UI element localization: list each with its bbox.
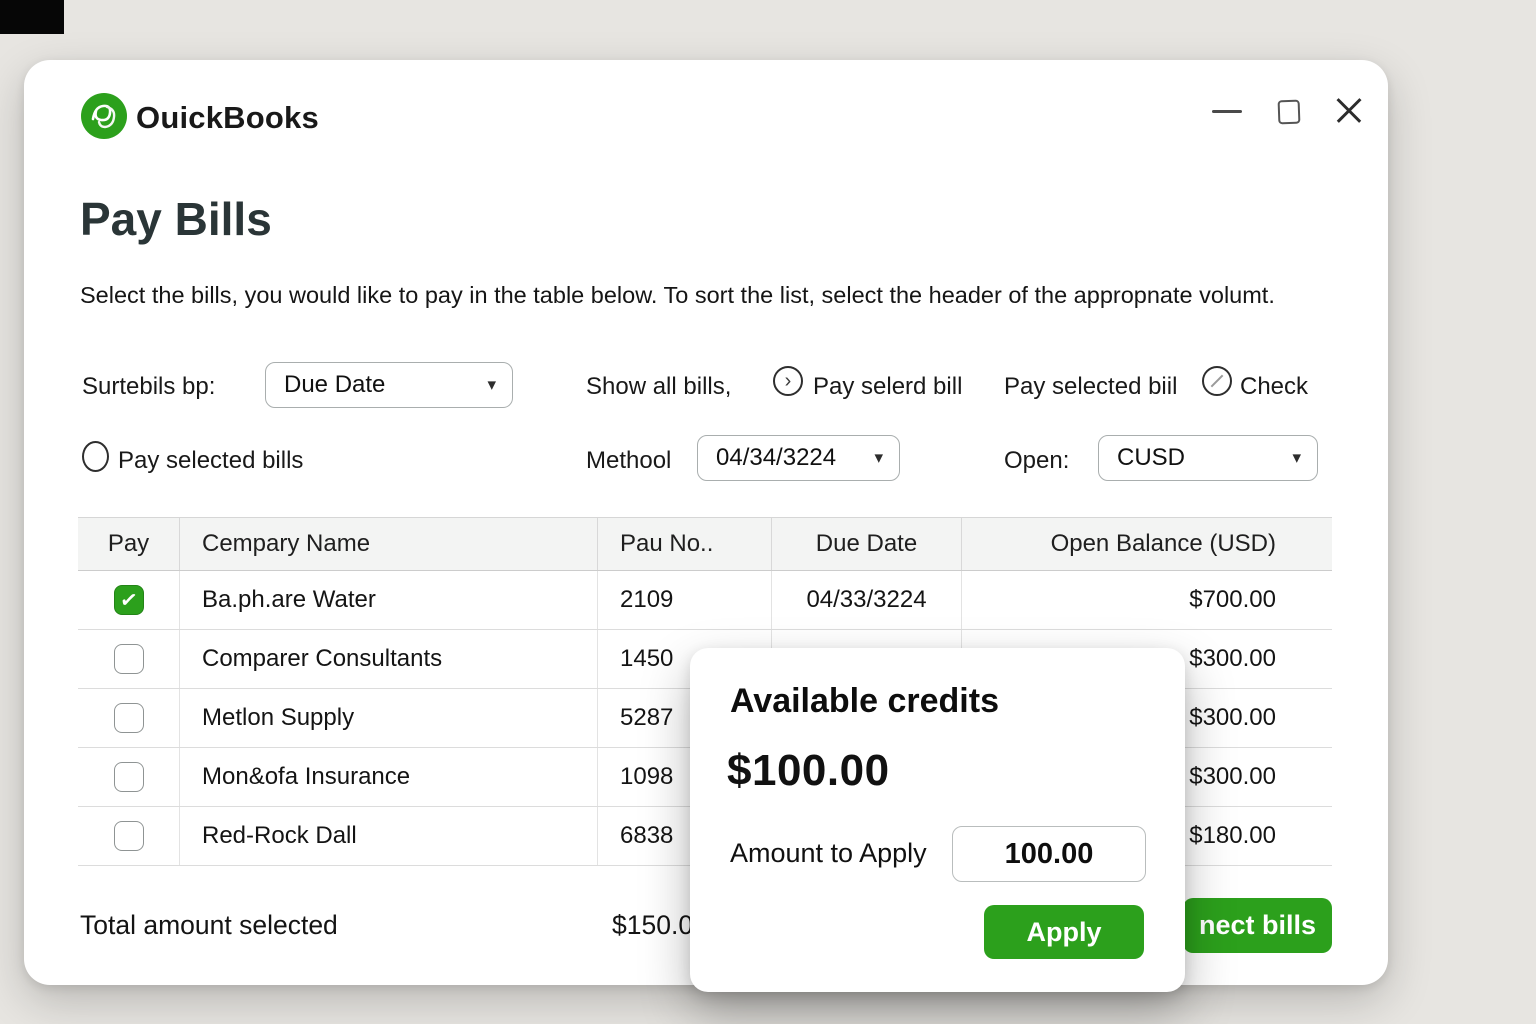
page-description: Select the bills, you would like to pay … — [80, 282, 1275, 308]
company-name-cell: Ba.ph.are Water — [180, 571, 598, 629]
table-row: ✓ Ba.ph.are Water 2109 04/33/3224 $700.0… — [78, 571, 1332, 630]
pay-select-bill-radio[interactable]: › — [773, 366, 803, 396]
row-checkbox[interactable]: ✓ — [113, 585, 144, 615]
currency-value: CUSD — [1117, 444, 1186, 471]
chevron-down-icon: ▾ — [1292, 448, 1301, 467]
chevron-down-icon: ▾ — [487, 375, 496, 394]
pay-select-bill-label: Pay selerd bill — [813, 373, 963, 400]
sort-by-value: Due Date — [284, 371, 386, 398]
chevron-down-icon: ▾ — [874, 448, 883, 467]
chevron-right-icon: › — [784, 369, 792, 392]
credits-amount: $100.00 — [727, 746, 890, 795]
app-title: OuickBooks — [136, 100, 319, 135]
check-label: Check — [1240, 373, 1309, 400]
open-label: Open: — [1004, 447, 1070, 474]
method-date-value: 04/34/3224 — [716, 444, 837, 471]
currency-dropdown[interactable]: CUSD ▾ — [1098, 435, 1318, 481]
due-date-cell: 04/33/3224 — [772, 571, 962, 629]
row-checkbox[interactable]: ✓ — [113, 703, 144, 733]
method-date-dropdown[interactable]: 04/34/3224 ▾ — [697, 435, 900, 481]
quickbooks-logo-icon — [80, 92, 128, 140]
header-company-name[interactable]: Cempary Name — [180, 518, 598, 570]
total-amount-value: $150.0 — [612, 910, 694, 940]
screen-corner-artifact — [0, 0, 64, 34]
minimize-button[interactable] — [1212, 110, 1242, 113]
table-header-row: Pay Cempary Name Pau No.. Due Date Open … — [78, 518, 1332, 571]
credits-popup-title: Available credits — [730, 682, 999, 720]
pay-selected-bills-checkbox[interactable] — [82, 441, 109, 472]
sort-bills-label: Surtebils bp: — [82, 373, 216, 400]
company-name-cell: Metlon Supply — [180, 689, 598, 747]
header-due-date[interactable]: Due Date — [772, 518, 962, 570]
balance-cell: $700.00 — [1189, 586, 1276, 613]
amount-to-apply-input[interactable] — [952, 826, 1146, 882]
maximize-button[interactable] — [1277, 99, 1301, 125]
pay-bills-action-button[interactable]: nect bills — [1183, 898, 1332, 953]
sort-by-dropdown[interactable]: Due Date ▾ — [265, 362, 513, 408]
pay-selected-biil-label: Pay selected biil — [1004, 373, 1178, 400]
slash-icon — [1210, 374, 1224, 388]
company-name-cell: Mon&ofa Insurance — [180, 748, 598, 806]
header-open-balance[interactable]: Open Balance (USD) — [962, 518, 1332, 570]
company-name-cell: Comparer Consultants — [180, 630, 598, 688]
row-checkbox[interactable]: ✓ — [113, 762, 144, 792]
show-all-bills-label: Show all bills, — [586, 373, 732, 400]
total-amount-label: Total amount selected — [80, 910, 338, 940]
available-credits-popup: Available credits $100.00 Amount to Appl… — [690, 648, 1185, 992]
page-title: Pay Bills — [80, 193, 272, 245]
company-name-cell: Red-Rock Dall — [180, 807, 598, 865]
header-bill-no[interactable]: Pau No.. — [598, 518, 772, 570]
check-icon: ✓ — [118, 587, 139, 613]
row-checkbox[interactable]: ✓ — [113, 821, 144, 851]
amount-to-apply-label: Amount to Apply — [730, 838, 927, 868]
close-button[interactable] — [1334, 96, 1364, 126]
row-checkbox[interactable]: ✓ — [113, 644, 144, 674]
check-radio[interactable] — [1202, 366, 1232, 396]
method-label: Methool — [586, 447, 672, 474]
bill-no-cell: 2109 — [598, 571, 772, 629]
header-pay[interactable]: Pay — [78, 518, 180, 570]
apply-button[interactable]: Apply — [984, 905, 1144, 959]
pay-selected-bills-label: Pay selected bills — [118, 447, 304, 474]
